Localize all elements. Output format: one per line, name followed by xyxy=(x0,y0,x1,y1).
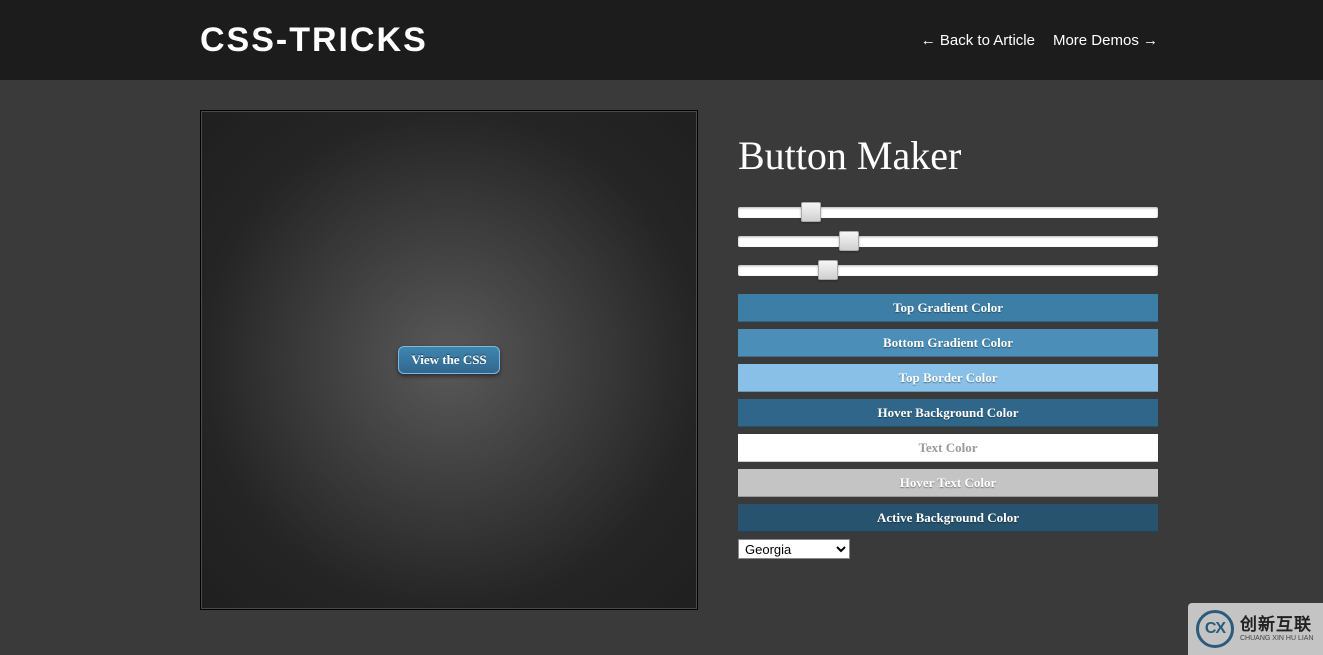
slider-handle-1[interactable] xyxy=(801,202,821,222)
color-button-2[interactable]: Top Border Color xyxy=(738,364,1158,392)
header-links: ← Back to Article More Demos → xyxy=(921,32,1158,49)
font-family-select[interactable]: Georgia xyxy=(738,539,850,559)
slider-handle-2[interactable] xyxy=(839,231,859,251)
color-buttons-group: Top Gradient Color Bottom Gradient Color T… xyxy=(738,294,1158,539)
watermark-text: 创新互联 CHUANG XIN HU LIAN xyxy=(1240,616,1314,642)
site-logo: CSS-TRICKS xyxy=(200,21,428,60)
preview-panel: View the CSS xyxy=(200,110,698,610)
preview-button[interactable]: View the CSS xyxy=(398,346,499,374)
header-bar: CSS-TRICKS ← Back to Article More Demos … xyxy=(0,0,1323,80)
watermark: CX 创新互联 CHUANG XIN HU LIAN xyxy=(1188,603,1323,655)
slider-1[interactable] xyxy=(738,207,1158,218)
watermark-sub-text: CHUANG XIN HU LIAN xyxy=(1240,635,1314,643)
watermark-main-text: 创新互联 xyxy=(1240,616,1314,635)
page-title: Button Maker xyxy=(738,132,1158,179)
color-button-5[interactable]: Hover Text Color xyxy=(738,469,1158,497)
slider-handle-3[interactable] xyxy=(818,260,838,280)
color-button-1[interactable]: Bottom Gradient Color xyxy=(738,329,1158,357)
slider-2[interactable] xyxy=(738,236,1158,247)
more-demos-link[interactable]: More Demos → xyxy=(1053,32,1158,49)
main-content: View the CSS Button Maker Top Gradient C… xyxy=(0,80,1323,610)
color-button-3[interactable]: Hover Background Color xyxy=(738,399,1158,427)
controls-panel: Button Maker Top Gradient Color Bottom Gr… xyxy=(738,110,1158,610)
color-button-4[interactable]: Text Color xyxy=(738,434,1158,462)
color-button-6[interactable]: Active Background Color xyxy=(738,504,1158,532)
slider-3[interactable] xyxy=(738,265,1158,276)
color-button-0[interactable]: Top Gradient Color xyxy=(738,294,1158,322)
watermark-logo-icon: CX xyxy=(1196,610,1234,648)
slider-group xyxy=(738,207,1158,276)
back-to-article-link[interactable]: ← Back to Article xyxy=(921,32,1035,49)
